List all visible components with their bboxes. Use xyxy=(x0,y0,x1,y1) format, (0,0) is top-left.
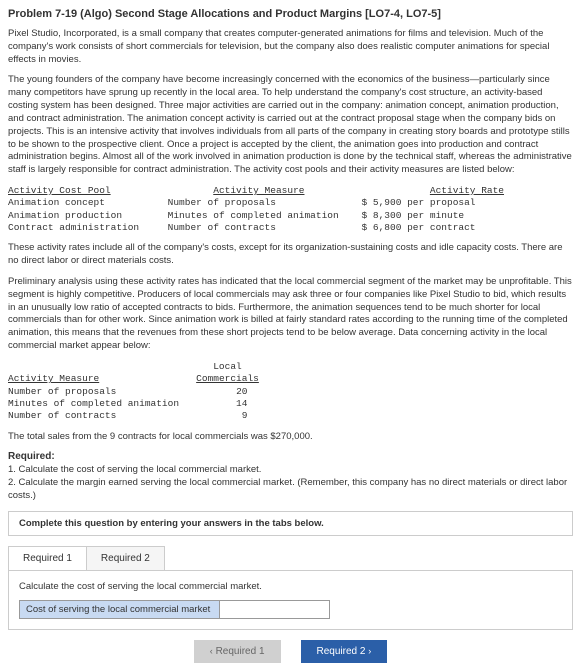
prev-button[interactable]: ‹ Required 1 xyxy=(194,640,281,663)
t2-r0-c1: 20 xyxy=(236,386,247,397)
paragraph-1: Pixel Studio, Incorporated, is a small c… xyxy=(8,28,573,66)
col-header-measure: Activity Measure xyxy=(213,185,304,196)
t1-r2-c1: Number of contracts xyxy=(168,222,276,233)
tab-required-2[interactable]: Required 2 xyxy=(86,546,165,570)
instruction-box: Complete this question by entering your … xyxy=(8,511,573,536)
t2-h1: Commercials xyxy=(196,373,259,384)
next-label: Required 2 xyxy=(317,646,366,657)
next-button[interactable]: Required 2 › xyxy=(301,640,388,663)
tab-content: Calculate the cost of serving the local … xyxy=(8,571,573,630)
activity-rate-table: Activity Cost Pool Activity Measure Acti… xyxy=(8,185,573,234)
paragraph-4: Preliminary analysis using these activit… xyxy=(8,276,573,353)
t1-r0-c0: Animation concept xyxy=(8,197,105,208)
answer-input-cell xyxy=(220,600,330,618)
local-commercials-table: Local Activity Measure Commercials Numbe… xyxy=(8,361,573,423)
t2-h0: Activity Measure xyxy=(8,373,99,384)
col-header-rate: Activity Rate xyxy=(430,185,504,196)
required-item-1: 1. Calculate the cost of serving the loc… xyxy=(8,464,573,477)
tab-instruction: Calculate the cost of serving the local … xyxy=(19,581,562,592)
t2-r1-c1: 14 xyxy=(236,398,247,409)
required-heading: Required: xyxy=(8,451,573,462)
t1-r2-c2: $ 6,800 per contract xyxy=(361,222,475,233)
t1-r1-c1: Minutes of completed animation xyxy=(168,210,339,221)
t2-r2-c0: Number of contracts xyxy=(8,410,116,421)
tab-required-1[interactable]: Required 1 xyxy=(8,546,87,570)
t1-r2-c0: Contract administration xyxy=(8,222,139,233)
problem-title: Problem 7-19 (Algo) Second Stage Allocat… xyxy=(8,8,573,20)
t1-r1-c2: $ 8,300 per minute xyxy=(361,210,464,221)
t1-r0-c1: Number of proposals xyxy=(168,197,276,208)
t2-r0-c0: Number of proposals xyxy=(8,386,116,397)
chevron-left-icon: ‹ xyxy=(210,646,213,656)
chevron-right-icon: › xyxy=(368,646,371,656)
prev-label: Required 1 xyxy=(216,646,265,657)
table-row: Cost of serving the local commercial mar… xyxy=(20,600,330,618)
t2-r2-c1: 9 xyxy=(242,410,248,421)
paragraph-5: The total sales from the 9 contracts for… xyxy=(8,431,573,444)
paragraph-3: These activity rates include all of the … xyxy=(8,242,573,268)
t1-r1-c0: Animation production xyxy=(8,210,122,221)
nav-buttons: ‹ Required 1 Required 2 › xyxy=(8,640,573,663)
paragraph-2: The young founders of the company have b… xyxy=(8,74,573,177)
answer-row-label: Cost of serving the local commercial mar… xyxy=(20,600,220,618)
answer-table: Cost of serving the local commercial mar… xyxy=(19,600,330,619)
col-header-pool: Activity Cost Pool xyxy=(8,185,111,196)
tabs-container: Required 1 Required 2 xyxy=(8,546,573,571)
required-list: 1. Calculate the cost of serving the loc… xyxy=(8,464,573,502)
cost-input[interactable] xyxy=(226,604,323,615)
required-item-2: 2. Calculate the margin earned serving t… xyxy=(8,477,573,503)
t2-h1-top: Local xyxy=(213,361,242,372)
t2-r1-c0: Minutes of completed animation xyxy=(8,398,179,409)
t1-r0-c2: $ 5,900 per proposal xyxy=(361,197,475,208)
